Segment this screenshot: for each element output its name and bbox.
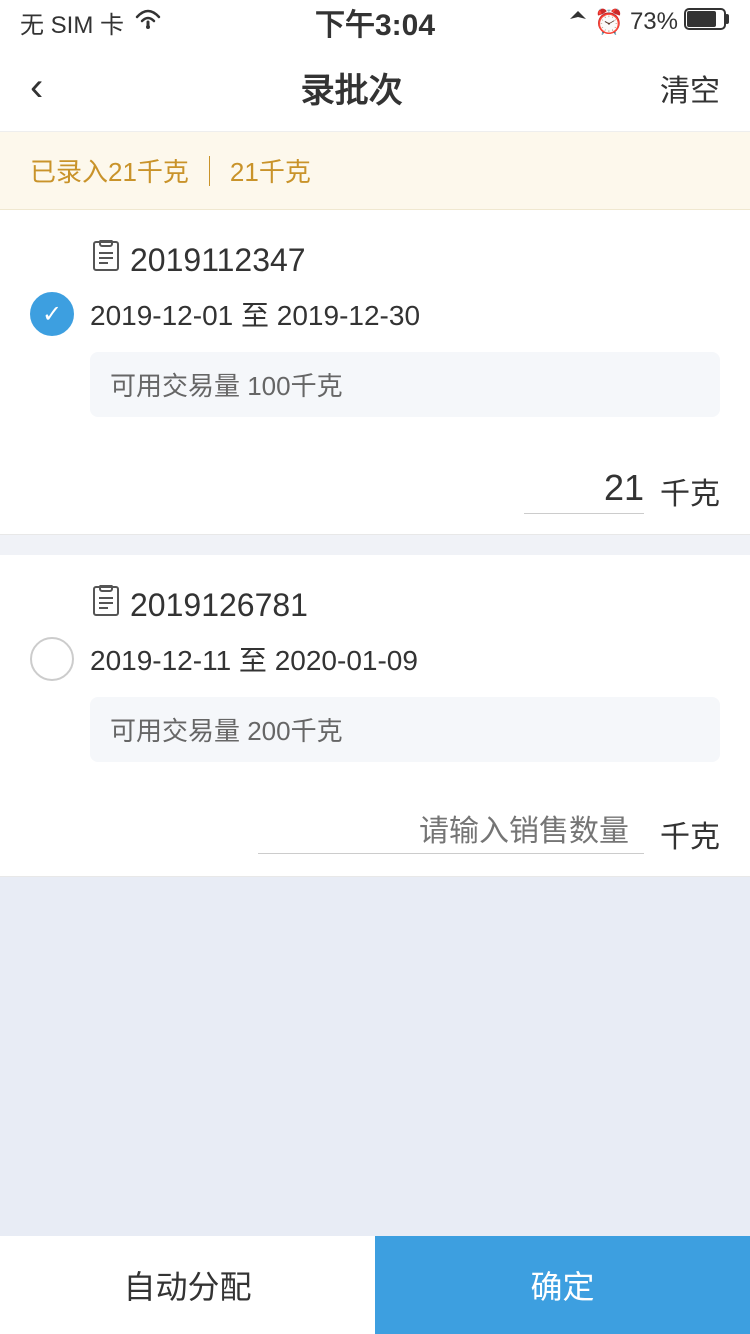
- status-right: ⏰ 73%: [568, 7, 730, 38]
- confirm-button[interactable]: 确定: [375, 1236, 750, 1334]
- radio-2[interactable]: [30, 637, 74, 681]
- carrier-text: 无 SIM 卡: [20, 5, 124, 40]
- recorded-qty: 已录入21千克: [30, 152, 189, 189]
- wifi-icon: [132, 8, 164, 37]
- batch-id-text-1: 2019112347: [130, 242, 306, 279]
- page-title: 录批次: [301, 63, 403, 112]
- battery-icon: [684, 7, 730, 38]
- batch-card-1: 2019112347 ✓ 2019-12-01 至 2019-12-30 可用交…: [0, 210, 750, 535]
- auto-distribute-button[interactable]: 自动分配: [0, 1236, 375, 1334]
- batch-item-2: 2019126781 2019-12-11 至 2020-01-09 可用交易量…: [0, 555, 750, 762]
- batch-id-row-1: 2019112347: [30, 240, 720, 280]
- radio-1[interactable]: ✓: [30, 292, 74, 336]
- qty-underline-1: 21: [524, 467, 644, 514]
- alarm-icon: ⏰: [594, 8, 624, 37]
- status-time: 下午3:04: [315, 0, 435, 44]
- avail-qty-box-2: 可用交易量 200千克: [90, 697, 720, 762]
- nav-bar: ‹ 录批次 清空: [0, 44, 750, 132]
- battery-text: 73%: [630, 8, 678, 36]
- batch-date-row-2[interactable]: 2019-12-11 至 2020-01-09: [30, 637, 720, 681]
- batch-date-text-2: 2019-12-11 至 2020-01-09: [90, 639, 418, 679]
- avail-qty-box-1: 可用交易量 100千克: [90, 352, 720, 417]
- input-row-2[interactable]: 千克: [0, 792, 750, 877]
- batch-item-1: 2019112347 ✓ 2019-12-01 至 2019-12-30 可用交…: [0, 210, 750, 417]
- qty-unit-1: 千克: [660, 469, 720, 513]
- card-padding-2: [0, 762, 750, 792]
- batch-id-row-2: 2019126781: [30, 585, 720, 625]
- qty-input-2[interactable]: [258, 815, 644, 854]
- banner-divider: [209, 156, 210, 186]
- batch-date-row-1[interactable]: ✓ 2019-12-01 至 2019-12-30: [30, 292, 720, 336]
- status-bar: 无 SIM 卡 下午3:04 ⏰ 73%: [0, 0, 750, 44]
- bottom-bar: 自动分配 确定: [0, 1236, 750, 1334]
- check-icon-1: ✓: [42, 300, 62, 329]
- batch-id-text-2: 2019126781: [130, 587, 308, 624]
- location-icon: [568, 8, 588, 36]
- clear-button[interactable]: 清空: [660, 66, 720, 110]
- batch-id-icon-2: [90, 585, 122, 625]
- total-qty: 21千克: [230, 152, 311, 189]
- batch-card-2: 2019126781 2019-12-11 至 2020-01-09 可用交易量…: [0, 555, 750, 877]
- qty-unit-2: 千克: [660, 812, 720, 856]
- batch-id-icon-1: [90, 240, 122, 280]
- info-banner: 已录入21千克 21千克: [0, 132, 750, 210]
- avail-qty-text-1: 可用交易量 100千克: [110, 371, 343, 401]
- status-left: 无 SIM 卡: [20, 5, 164, 40]
- separator-1: [0, 535, 750, 555]
- card-padding-1: [0, 417, 750, 447]
- qty-row-1: 21 千克: [0, 447, 750, 535]
- avail-qty-text-2: 可用交易量 200千克: [110, 716, 343, 746]
- qty-value-1: 21: [604, 467, 644, 508]
- batch-date-text-1: 2019-12-01 至 2019-12-30: [90, 294, 420, 334]
- back-button[interactable]: ‹: [30, 65, 43, 110]
